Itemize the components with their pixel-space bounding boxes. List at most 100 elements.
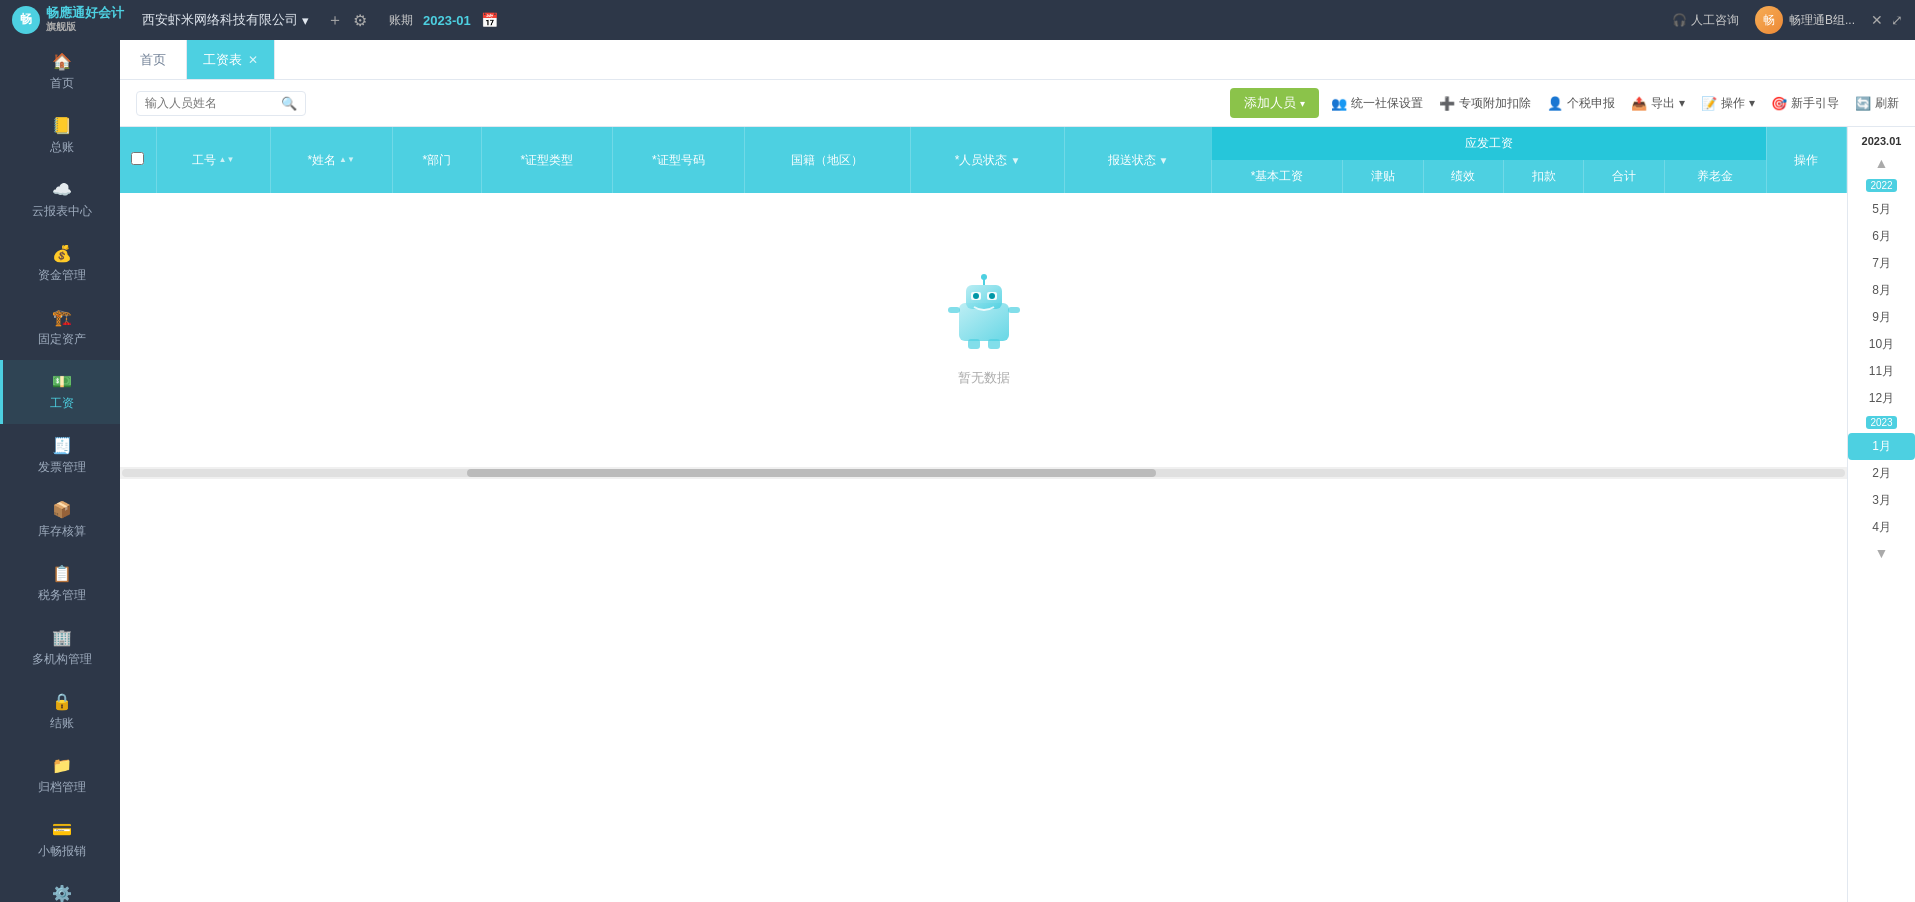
month-2022-5[interactable]: 5月 [1848,196,1915,223]
month-2023-1[interactable]: 1月 [1848,433,1915,460]
main-layout: 🏠 首页 📒 总账 ☁️ 云报表中心 💰 资金管理 🏗️ 固定资产 💵 工资 🧾… [0,40,1915,902]
sidebar-item-multi-org[interactable]: 🏢 多机构管理 [0,616,120,680]
personal-tax-btn[interactable]: 👤 个税申报 [1547,95,1615,112]
add-person-label: 添加人员 [1244,94,1296,112]
main-content-row: 工号 ▲▼ *姓名 ▲▼ *部门 *证型类型 [120,127,1915,902]
scroll-down-btn[interactable]: ▼ [1871,541,1893,565]
month-2022-12[interactable]: 12月 [1848,385,1915,412]
svg-point-7 [989,293,995,299]
sidebar-item-label: 发票管理 [38,459,86,476]
th-id-no: *证型号码 [613,127,745,193]
robot-svg [944,273,1024,353]
sidebar-item-ledger[interactable]: 📒 总账 [0,104,120,168]
select-all-checkbox[interactable] [131,152,144,165]
new-guide-btn[interactable]: 🎯 新手引导 [1771,95,1839,112]
window-controls: ✕ ⤢ [1871,12,1903,28]
special-deduction-btn[interactable]: ➕ 专项附加扣除 [1439,95,1531,112]
invoice-icon: 🧾 [52,436,72,455]
sidebar-item-invoice[interactable]: 🧾 发票管理 [0,424,120,488]
table-wrapper: 工号 ▲▼ *姓名 ▲▼ *部门 *证型类型 [120,127,1847,902]
user-name[interactable]: 畅理通B组... [1789,12,1855,29]
toolbar-actions: 👥 统一社保设置 ➕ 专项附加扣除 👤 个税申报 📤 导出 ▾ 📝 [1331,95,1899,112]
period-value[interactable]: 2023-01 [423,13,471,28]
sidebar-item-label: 资金管理 [38,267,86,284]
search-wrapper: 🔍 [136,91,306,116]
tax-icon: 📋 [52,564,72,583]
sidebar-item-home[interactable]: 🏠 首页 [0,40,120,104]
no-data-area: 暂无数据 [120,193,1847,467]
logo-icon: 畅 [12,6,40,34]
report-status-filter-icon[interactable]: ▼ [1159,155,1169,166]
month-2022-8[interactable]: 8月 [1848,277,1915,304]
th-checkbox [120,127,156,193]
company-name: 西安虾米网络科技有限公司 [142,11,298,29]
avatar: 畅 [1755,6,1783,34]
th-base-salary: *基本工资 [1211,160,1343,193]
search-input[interactable] [145,96,275,110]
refresh-label: 刷新 [1875,95,1899,112]
th-report-status: 报送状态 ▼ [1065,127,1211,193]
personal-tax-icon: 👤 [1547,96,1563,111]
scrollbar-thumb[interactable] [467,469,1156,477]
month-2023-4[interactable]: 4月 [1848,514,1915,541]
sidebar-item-fund[interactable]: 💰 资金管理 [0,232,120,296]
dropdown-icon: ▾ [302,13,309,28]
refresh-btn[interactable]: 🔄 刷新 [1855,95,1899,112]
toolbar: 🔍 添加人员 ▾ 👥 统一社保设置 ➕ 专项附加扣除 👤 个税申报 [120,80,1915,127]
th-total: 合计 [1584,160,1664,193]
expense-icon: 💳 [52,820,72,839]
operations-arrow: ▾ [1749,96,1755,110]
th-name-sort[interactable]: ▲▼ [339,156,355,164]
sidebar-item-settings[interactable]: ⚙️ 基础设置 [0,872,120,902]
person-status-filter-icon[interactable]: ▼ [1010,155,1020,166]
close-window-btn[interactable]: ✕ [1871,12,1883,28]
month-2022-9[interactable]: 9月 [1848,304,1915,331]
month-2022-10[interactable]: 10月 [1848,331,1915,358]
top-actions-plus[interactable]: ＋ [327,10,343,31]
month-2022-7[interactable]: 7月 [1848,250,1915,277]
add-person-dropdown-icon: ▾ [1300,98,1305,109]
tab-home[interactable]: 首页 [120,40,187,79]
tab-salary-table[interactable]: 工资表 ✕ [187,40,275,79]
sidebar-item-archive[interactable]: 📁 归档管理 [0,744,120,808]
operations-btn[interactable]: 📝 操作 ▾ [1701,95,1755,112]
th-work-no-sort[interactable]: ▲▼ [219,156,235,164]
calendar-icon[interactable]: 📅 [481,12,498,28]
sidebar-item-label: 固定资产 [38,331,86,348]
social-security-btn[interactable]: 👥 统一社保设置 [1331,95,1423,112]
th-performance: 绩效 [1423,160,1503,193]
top-right: 🎧 人工咨询 畅 畅理通B组... ✕ ⤢ [1672,6,1903,34]
sidebar-item-cloud-report[interactable]: ☁️ 云报表中心 [0,168,120,232]
human-service-btn[interactable]: 🎧 人工咨询 [1672,12,1739,29]
content-with-right: 首页 工资表 ✕ 🔍 添加人员 ▾ 👥 统一社保设置 [120,40,1915,902]
no-data-text: 暂无数据 [958,369,1010,387]
th-nationality: 国籍（地区） [744,127,910,193]
sidebar-item-label: 总账 [50,139,74,156]
month-2022-6[interactable]: 6月 [1848,223,1915,250]
sidebar-item-label: 库存核算 [38,523,86,540]
maximize-window-btn[interactable]: ⤢ [1891,12,1903,28]
multi-org-icon: 🏢 [52,628,72,647]
sidebar-item-salary[interactable]: 💵 工资 [0,360,120,424]
month-2023-3[interactable]: 3月 [1848,487,1915,514]
scrollbar-track [122,469,1845,477]
sidebar-item-inventory[interactable]: 📦 库存核算 [0,488,120,552]
add-person-button[interactable]: 添加人员 ▾ [1230,88,1319,118]
export-arrow: ▾ [1679,96,1685,110]
sidebar-item-close-accounts[interactable]: 🔒 结账 [0,680,120,744]
company-selector[interactable]: 西安虾米网络科技有限公司 ▾ [134,8,317,32]
month-2022-11[interactable]: 11月 [1848,358,1915,385]
horizontal-scrollbar[interactable] [120,467,1847,479]
month-2023-2[interactable]: 2月 [1848,460,1915,487]
sidebar-item-fixed-asset[interactable]: 🏗️ 固定资产 [0,296,120,360]
scroll-up-btn[interactable]: ▲ [1871,151,1893,175]
svg-rect-11 [988,339,1000,349]
th-name: *姓名 ▲▼ [270,127,392,193]
search-icon: 🔍 [281,96,297,111]
export-btn[interactable]: 📤 导出 ▾ [1631,95,1685,112]
sidebar-item-expense[interactable]: 💳 小畅报销 [0,808,120,872]
svg-rect-8 [948,307,960,313]
tab-close-btn[interactable]: ✕ [248,53,258,67]
sidebar-item-tax[interactable]: 📋 税务管理 [0,552,120,616]
top-actions-gear[interactable]: ⚙ [353,11,367,30]
